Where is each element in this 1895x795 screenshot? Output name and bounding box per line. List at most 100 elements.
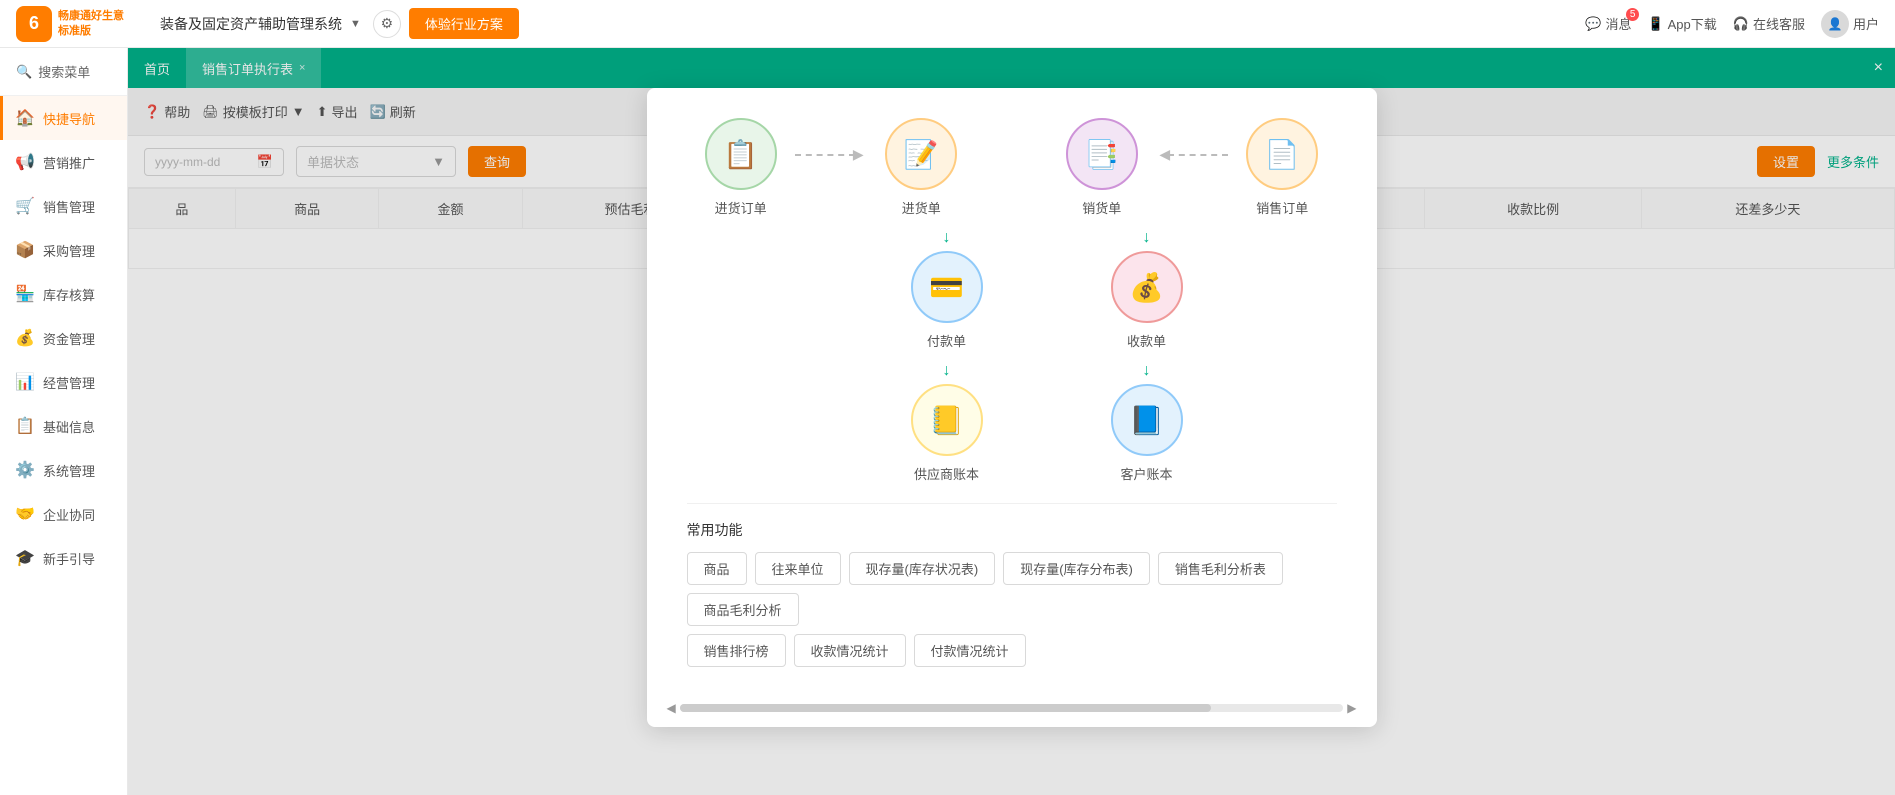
receipt-icon: 💰	[1111, 251, 1183, 323]
common-btn-4[interactable]: 销售毛利分析表	[1158, 552, 1283, 585]
service-icon: 🎧	[1733, 16, 1749, 32]
flow-node-purchase-order[interactable]: 📋 进货订单	[687, 118, 795, 217]
sidebar: 🔍 搜索菜单 🏠 快捷导航 📢 营销推广 🛒 销售管理 📦 采购管理 🏪 库存核算 💰 资金管理 📊 经营…	[0, 48, 128, 795]
sidebar-label-purchase: 采购管理	[43, 241, 95, 260]
basic-info-icon: 📋	[15, 416, 35, 436]
common-buttons-row2: 销售排行榜收款情况统计付款情况统计	[687, 634, 1337, 667]
flow-node-sales-bill[interactable]: 📑 销货单	[1048, 118, 1156, 217]
sidebar-item-newbie[interactable]: 🎓 新手引导	[0, 536, 127, 580]
sidebar-nav: 🏠 快捷导航 📢 营销推广 🛒 销售管理 📦 采购管理 🏪 库存核算 💰 资金管理 📊 经营管理 📋 基础信息…	[0, 96, 127, 580]
scroll-left-arrow[interactable]: ◀	[667, 701, 676, 715]
app-download-button[interactable]: 📱 App下载	[1647, 14, 1716, 33]
sidebar-item-enterprise[interactable]: 🤝 企业协同	[0, 492, 127, 536]
flow-node-sales-order[interactable]: 📄 销售订单	[1228, 118, 1336, 217]
purchase-order-icon: 📋	[705, 118, 777, 190]
common-buttons-row1: 商品往来单位现存量(库存状况表)现存量(库存分布表)销售毛利分析表商品毛利分析	[687, 552, 1337, 626]
sidebar-label-finance: 资金管理	[43, 329, 95, 348]
sidebar-label-enterprise: 企业协同	[43, 505, 95, 524]
message-button[interactable]: 💬 消息 5	[1585, 14, 1631, 33]
search-menu-button[interactable]: 🔍 搜索菜单	[8, 58, 119, 85]
marketing-icon: 📢	[15, 152, 35, 172]
common-btn-8[interactable]: 付款情况统计	[914, 634, 1026, 667]
sidebar-item-operations[interactable]: 📊 经营管理	[0, 360, 127, 404]
v-arrow-receipt: ↓	[1143, 358, 1151, 384]
trial-button[interactable]: 体验行业方案	[409, 8, 519, 39]
common-btn-1[interactable]: 往来单位	[755, 552, 841, 585]
v-arrow-purchase: ↓	[943, 225, 951, 251]
common-functions-section: 常用功能 商品往来单位现存量(库存状况表)现存量(库存分布表)销售毛利分析表商品…	[687, 503, 1337, 667]
purchase-order-label: 进货订单	[715, 198, 767, 217]
sales-icon: 🛒	[15, 196, 35, 216]
system-title: 装备及固定资产辅助管理系统 ▼ ⚙	[160, 10, 401, 38]
user-avatar: 👤	[1821, 10, 1849, 38]
sidebar-item-purchase[interactable]: 📦 采购管理	[0, 228, 127, 272]
sidebar-label-newbie: 新手引导	[43, 549, 95, 568]
sidebar-label-marketing: 营销推广	[43, 153, 95, 172]
sales-bill-label: 销货单	[1082, 198, 1121, 217]
inventory-icon: 🏪	[15, 284, 35, 304]
v-arrow-sales: ↓	[1143, 225, 1151, 251]
common-btn-3[interactable]: 现存量(库存分布表)	[1003, 552, 1150, 585]
common-btn-0[interactable]: 商品	[687, 552, 747, 585]
sidebar-item-quick-nav[interactable]: 🏠 快捷导航	[0, 96, 127, 140]
scrollbar-thumb[interactable]	[680, 704, 1211, 712]
search-icon: 🔍	[16, 64, 32, 80]
modal-overlay[interactable]: 📋 进货订单 ▶	[128, 48, 1895, 795]
common-btn-6[interactable]: 销售排行榜	[687, 634, 786, 667]
finance-icon: 💰	[15, 328, 35, 348]
operations-icon: 📊	[15, 372, 35, 392]
sales-order-icon: 📄	[1246, 118, 1318, 190]
quick-nav-icon: 🏠	[15, 108, 35, 128]
settings-icon[interactable]: ⚙	[373, 10, 401, 38]
sidebar-item-sales[interactable]: 🛒 销售管理	[0, 184, 127, 228]
sidebar-item-inventory[interactable]: 🏪 库存核算	[0, 272, 127, 316]
newbie-icon: 🎓	[15, 548, 35, 568]
download-icon: 📱	[1647, 16, 1663, 32]
payment-label: 付款单	[927, 331, 966, 350]
sidebar-label-inventory: 库存核算	[43, 285, 95, 304]
enterprise-icon: 🤝	[15, 504, 35, 524]
flow-node-customer-ledger[interactable]: 📘 客户账本	[1087, 384, 1207, 483]
supplier-ledger-label: 供应商账本	[914, 464, 979, 483]
receipt-label: 收款单	[1127, 331, 1166, 350]
sidebar-item-marketing[interactable]: 📢 营销推广	[0, 140, 127, 184]
sidebar-label-operations: 经营管理	[43, 373, 95, 392]
message-icon: 💬	[1585, 16, 1601, 32]
logo-area: 6 畅康通好生意 标准版	[16, 6, 144, 42]
flow-node-supplier-ledger[interactable]: 📒 供应商账本	[887, 384, 1007, 483]
sidebar-item-system[interactable]: ⚙️ 系统管理	[0, 448, 127, 492]
system-title-dropdown[interactable]: ▼	[350, 18, 361, 30]
system-icon: ⚙️	[15, 460, 35, 480]
scroll-right-arrow[interactable]: ▶	[1347, 701, 1356, 715]
quick-nav-modal: 📋 进货订单 ▶	[647, 88, 1377, 727]
sidebar-search-area[interactable]: 🔍 搜索菜单	[0, 48, 127, 96]
top-right-area: 💬 消息 5 📱 App下载 🎧 在线客服 👤 用户	[1585, 10, 1879, 38]
customer-ledger-icon: 📘	[1111, 384, 1183, 456]
flow-node-purchase-bill[interactable]: 📝 进货单	[867, 118, 975, 217]
payment-icon: 💳	[911, 251, 983, 323]
sidebar-label-sales: 销售管理	[43, 197, 95, 216]
sidebar-item-finance[interactable]: 💰 资金管理	[0, 316, 127, 360]
flow-node-payment[interactable]: 💳 付款单	[887, 251, 1007, 350]
common-btn-7[interactable]: 收款情况统计	[794, 634, 906, 667]
purchase-bill-icon: 📝	[885, 118, 957, 190]
sidebar-label-system: 系统管理	[43, 461, 95, 480]
v-arrow-payment: ↓	[943, 358, 951, 384]
flow-node-receipt[interactable]: 💰 收款单	[1087, 251, 1207, 350]
purchase-icon: 📦	[15, 240, 35, 260]
online-service-button[interactable]: 🎧 在线客服	[1733, 14, 1805, 33]
customer-ledger-label: 客户账本	[1120, 464, 1172, 483]
user-area[interactable]: 👤 用户	[1821, 10, 1879, 38]
sidebar-label-basic-info: 基础信息	[43, 417, 95, 436]
sidebar-item-basic-info[interactable]: 📋 基础信息	[0, 404, 127, 448]
sales-bill-icon: 📑	[1066, 118, 1138, 190]
message-badge: 5	[1626, 8, 1640, 21]
purchase-bill-label: 进货单	[902, 198, 941, 217]
content-area: 首页 销售订单执行表 × × ❓ 帮助 🖨 按模板打印 ▼	[128, 48, 1895, 795]
logo-icon: 6	[16, 6, 52, 42]
sidebar-label-quick-nav: 快捷导航	[43, 109, 95, 128]
sales-order-label: 销售订单	[1256, 198, 1308, 217]
logo-text: 畅康通好生意 标准版	[58, 9, 124, 38]
common-btn-2[interactable]: 现存量(库存状况表)	[849, 552, 996, 585]
common-btn-5[interactable]: 商品毛利分析	[687, 593, 799, 626]
